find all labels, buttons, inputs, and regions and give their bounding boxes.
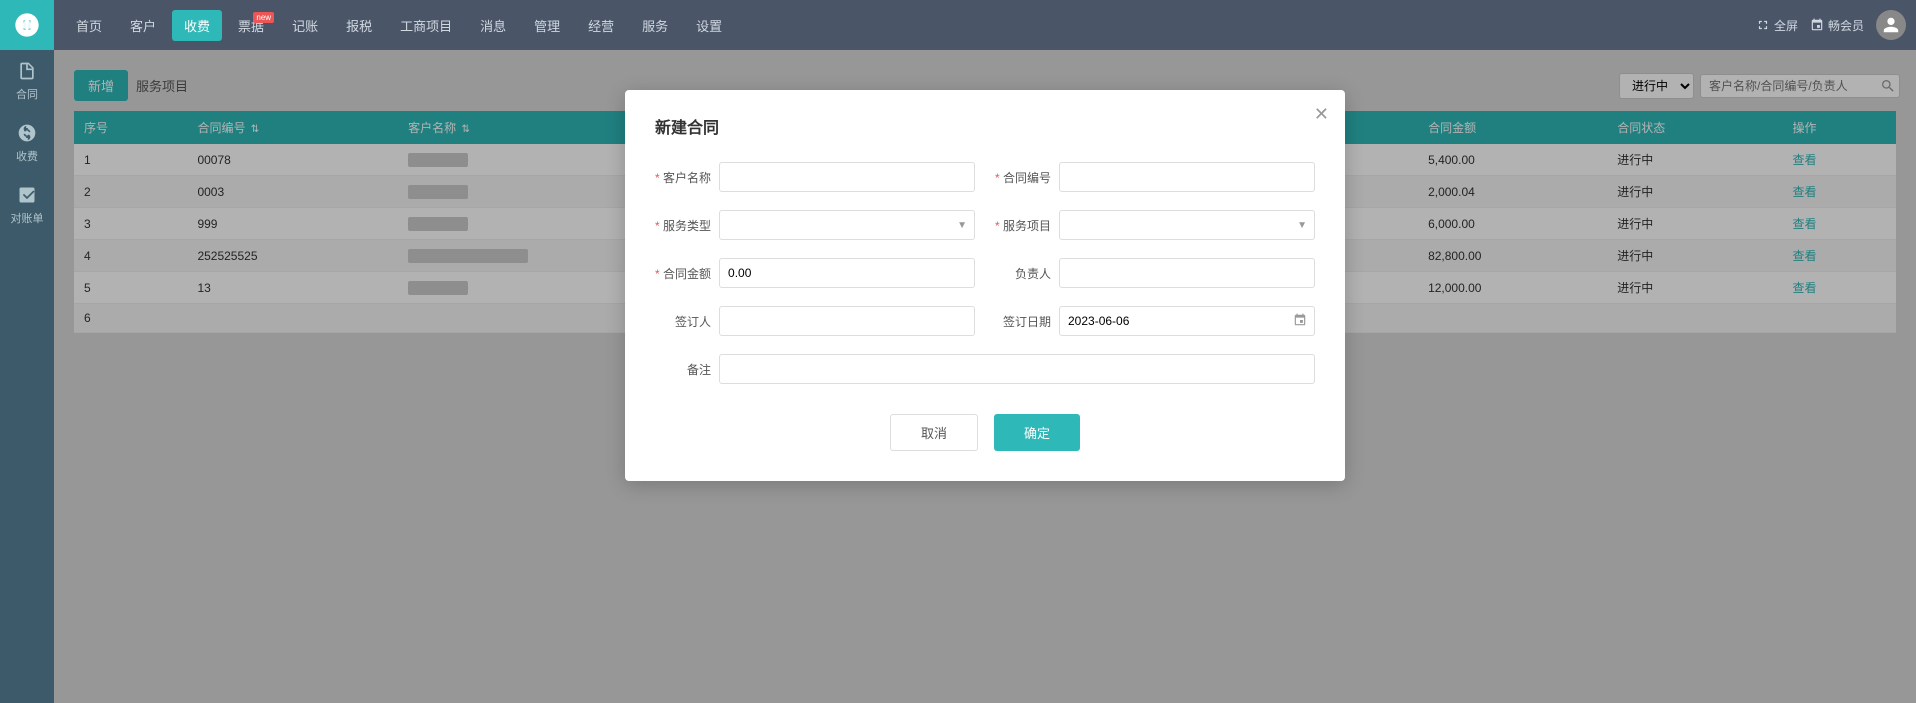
form-row-4: 签订人 签订日期 [655, 306, 1315, 336]
sidebar-item-label: 合同 [16, 86, 38, 102]
user-avatar[interactable] [1876, 10, 1906, 40]
billing-icon [16, 122, 38, 144]
contract-amount-label: 合同金额 [655, 265, 711, 282]
contract-amount-input[interactable] [719, 258, 975, 288]
nav-customer[interactable]: 客户 [118, 10, 168, 41]
nav-message[interactable]: 消息 [468, 10, 518, 41]
responsible-group: 负责人 [995, 258, 1315, 288]
confirm-button[interactable]: 确定 [994, 414, 1080, 451]
notes-label: 备注 [655, 361, 711, 378]
contract-no-input[interactable] [1059, 162, 1315, 192]
customer-name-input[interactable] [719, 162, 975, 192]
service-item-wrapper: ▼ [1059, 210, 1315, 240]
nav-tax[interactable]: 报税 [334, 10, 384, 41]
contract-no-group: 合同编号 [995, 162, 1315, 192]
new-badge: new [253, 12, 274, 23]
nav-settings[interactable]: 设置 [684, 10, 734, 41]
notes-input[interactable] [719, 354, 1315, 384]
top-navigation: 首页 客户 收费 票据 new 记账 报税 工商项目 消息 管理 经营 服务 设… [54, 0, 1916, 50]
sidebar-item-reconcile[interactable]: 对账单 [0, 174, 54, 236]
main-content: 首页 客户 收费 票据 new 记账 报税 工商项目 消息 管理 经营 服务 设… [54, 0, 1916, 703]
sidebar-item-label: 对账单 [11, 210, 44, 226]
fullscreen-button[interactable]: 全屏 [1756, 17, 1798, 34]
reconcile-icon [16, 184, 38, 206]
nav-home[interactable]: 首页 [64, 10, 114, 41]
sign-date-label: 签订日期 [995, 313, 1051, 330]
nav-business[interactable]: 工商项目 [388, 10, 464, 41]
form-row-5: 备注 [655, 354, 1315, 384]
modal-overlay: ✕ 新建合同 客户名称 合同编号 服务类型 [54, 50, 1916, 703]
form-row-1: 客户名称 合同编号 [655, 162, 1315, 192]
member-button[interactable]: 畅会员 [1810, 17, 1864, 34]
service-item-select[interactable] [1059, 210, 1315, 240]
service-type-label: 服务类型 [655, 217, 711, 234]
calendar-icon[interactable] [1293, 313, 1307, 330]
notes-group: 备注 [655, 354, 1315, 384]
nav-operate[interactable]: 经营 [576, 10, 626, 41]
app-logo[interactable] [0, 0, 54, 50]
form-row-2: 服务类型 ▼ 服务项目 [655, 210, 1315, 240]
contract-no-label: 合同编号 [995, 169, 1051, 186]
modal-close-button[interactable]: ✕ [1314, 104, 1329, 125]
service-item-label: 服务项目 [995, 217, 1051, 234]
sidebar-item-label: 收费 [16, 148, 38, 164]
customer-name-group: 客户名称 [655, 162, 975, 192]
nav-billing[interactable]: 收费 [172, 10, 222, 41]
customer-name-label: 客户名称 [655, 169, 711, 186]
sidebar-item-billing[interactable]: 收费 [0, 112, 54, 174]
sidebar-item-contract[interactable]: 合同 [0, 50, 54, 112]
sign-date-input[interactable] [1059, 306, 1315, 336]
responsible-label: 负责人 [995, 265, 1051, 282]
service-item-group: 服务项目 ▼ [995, 210, 1315, 240]
nav-right-actions: 全屏 畅会员 [1756, 10, 1906, 40]
sign-date-wrapper [1059, 306, 1315, 336]
signer-input[interactable] [719, 306, 975, 336]
service-type-group: 服务类型 ▼ [655, 210, 975, 240]
responsible-input[interactable] [1059, 258, 1315, 288]
cancel-button[interactable]: 取消 [890, 414, 978, 451]
signer-group: 签订人 [655, 306, 975, 336]
nav-invoice[interactable]: 票据 new [226, 10, 276, 41]
service-type-select[interactable] [719, 210, 975, 240]
contract-icon [16, 60, 38, 82]
signer-label: 签订人 [655, 313, 711, 330]
nav-service[interactable]: 服务 [630, 10, 680, 41]
nav-bookkeeping[interactable]: 记账 [280, 10, 330, 41]
page-body: 新增 服务项目 进行中 已完成 已终止 序号 合同编号 ⇅ [54, 50, 1916, 703]
modal-footer: 取消 确定 [655, 414, 1315, 451]
nav-manage[interactable]: 管理 [522, 10, 572, 41]
contract-amount-group: 合同金额 [655, 258, 975, 288]
sign-date-group: 签订日期 [995, 306, 1315, 336]
sidebar: 合同 收费 对账单 [0, 0, 54, 703]
form-row-3: 合同金额 负责人 [655, 258, 1315, 288]
new-contract-modal: ✕ 新建合同 客户名称 合同编号 服务类型 [625, 90, 1345, 481]
service-type-wrapper: ▼ [719, 210, 975, 240]
modal-title: 新建合同 [655, 114, 1315, 138]
